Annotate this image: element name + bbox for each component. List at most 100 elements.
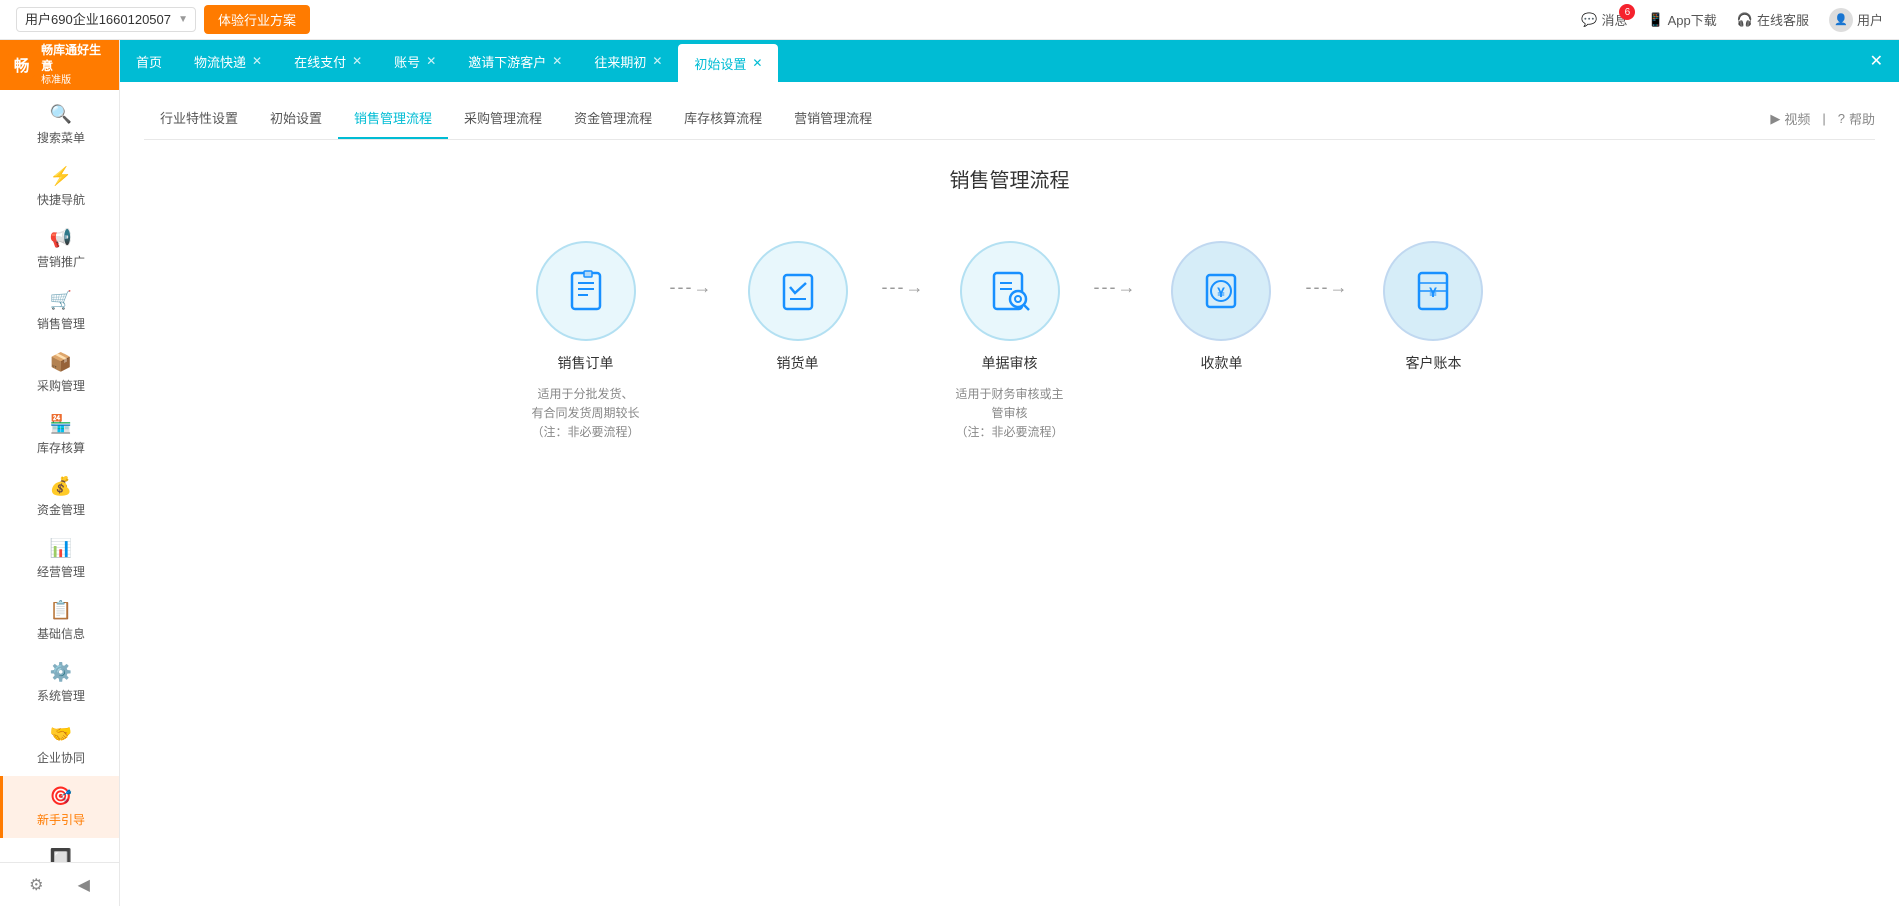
sidebar-item-finance[interactable]: 💰 资金管理 <box>0 466 119 528</box>
sub-tab-init[interactable]: 初始设置 <box>254 98 338 139</box>
sidebar-item-newbie-label: 新手引导 <box>37 811 85 828</box>
nav-tab-history-close[interactable]: ✕ <box>652 54 662 68</box>
sidebar-item-search[interactable]: 🔍 搜索菜单 <box>0 94 119 156</box>
online-service-item[interactable]: 🎧 在线客服 <box>1737 10 1809 29</box>
sales-invoice-icon <box>774 267 822 315</box>
flow-circle-doc-review[interactable] <box>960 241 1060 341</box>
flow-label-doc-review: 单据审核 <box>982 353 1038 373</box>
experience-btn[interactable]: 体验行业方案 <box>204 5 310 34</box>
nav-tab-home-label: 首页 <box>136 52 162 71</box>
nav-tab-invite-close[interactable]: ✕ <box>552 54 562 68</box>
sidebar-collapse-btn[interactable]: ◀ <box>78 875 90 895</box>
flow-desc-doc-review: 适用于财务审核或主管审核（注：非必要流程） <box>955 385 1063 443</box>
user-profile-item[interactable]: 👤 用户 <box>1829 8 1883 32</box>
sidebar-item-basic-label: 基础信息 <box>37 625 85 642</box>
sidebar-item-search-label: 搜索菜单 <box>37 129 85 146</box>
sidebar-bottom: ⚙ ◀ <box>0 862 119 906</box>
sub-tab-industry[interactable]: 行业特性设置 <box>144 98 254 139</box>
purchase-icon: 📦 <box>50 352 72 373</box>
sidebar-item-operations[interactable]: 📊 经营管理 <box>0 528 119 590</box>
header-left: 用户690企业1660120507 体验行业方案 <box>16 5 310 34</box>
flow-circle-customer-ledger[interactable]: ¥ <box>1383 241 1483 341</box>
nav-tab-init[interactable]: 初始设置 ✕ <box>678 44 778 82</box>
arrow-dots-4: ---→ <box>1305 277 1349 298</box>
flow-label-receipt: 收款单 <box>1200 353 1242 373</box>
sub-tab-inventory-flow[interactable]: 库存核算流程 <box>668 98 778 139</box>
sidebar-logo: 畅 畅库通好生意 标准版 <box>0 40 119 90</box>
nav-tab-home[interactable]: 首页 <box>120 40 178 82</box>
flow-label-customer-ledger: 客户账本 <box>1405 353 1461 373</box>
sub-tabs: 行业特性设置 初始设置 销售管理流程 采购管理流程 资金管理流程 库存核算流程 … <box>144 98 1875 140</box>
search-icon: 🔍 <box>50 104 72 125</box>
help-divider: | <box>1822 111 1825 126</box>
messages-item[interactable]: 💬 消息 6 <box>1581 10 1627 29</box>
svg-text:畅: 畅 <box>14 56 30 75</box>
nav-close-all-btn[interactable]: ✕ <box>1854 40 1899 82</box>
sub-tab-sales-flow[interactable]: 销售管理流程 <box>338 98 448 139</box>
nav-tab-payment-close[interactable]: ✕ <box>352 54 362 68</box>
sidebar-item-inventory[interactable]: 🏪 库存核算 <box>0 404 119 466</box>
flow-circle-sales-invoice[interactable] <box>748 241 848 341</box>
video-help-btn[interactable]: ▶ 视频 <box>1770 109 1810 128</box>
receipt-icon: ¥ <box>1197 267 1245 315</box>
user-select[interactable]: 用户690企业1660120507 <box>16 7 196 32</box>
sidebar-item-basic[interactable]: 📋 基础信息 <box>0 590 119 652</box>
messages-badge: 6 <box>1619 4 1635 20</box>
nav-tab-init-close[interactable]: ✕ <box>752 56 762 70</box>
help-btn[interactable]: ? 帮助 <box>1838 109 1875 128</box>
flow-circle-receipt[interactable]: ¥ <box>1171 241 1271 341</box>
nav-tab-history-label: 往来期初 <box>594 52 646 71</box>
help-icon: ? <box>1838 111 1845 126</box>
app-download-label: App下载 <box>1668 10 1717 29</box>
sidebar-item-marketing[interactable]: 📢 营销推广 <box>0 218 119 280</box>
sidebar-item-finance-label: 资金管理 <box>37 501 85 518</box>
sidebar-item-quicknav[interactable]: ⚡ 快捷导航 <box>0 156 119 218</box>
inventory-icon: 🏪 <box>50 414 72 435</box>
nav-tab-payment[interactable]: 在线支付 ✕ <box>278 40 378 82</box>
sidebar-item-system[interactable]: ⚙️ 系统管理 <box>0 652 119 714</box>
content-area: 首页 物流快递 ✕ 在线支付 ✕ 账号 ✕ 邀请下游客户 ✕ 往来期初 ✕ <box>120 40 1899 906</box>
app-download-item[interactable]: 📱 App下载 <box>1647 10 1716 29</box>
basic-icon: 📋 <box>50 600 72 621</box>
user-selector-wrap[interactable]: 用户690企业1660120507 <box>16 7 196 32</box>
apps-icon: 🔲 <box>50 848 72 862</box>
logo-text: 畅库通好生意 标准版 <box>41 43 111 87</box>
sub-tab-marketing-flow[interactable]: 营销管理流程 <box>778 98 888 139</box>
nav-tab-logistics-close[interactable]: ✕ <box>252 54 262 68</box>
flow-circle-sales-order[interactable] <box>536 241 636 341</box>
marketing-icon: 📢 <box>50 228 72 249</box>
sidebar-item-operations-label: 经营管理 <box>37 563 85 580</box>
nav-tab-account[interactable]: 账号 ✕ <box>378 40 452 82</box>
sidebar-item-sales[interactable]: 🛒 销售管理 <box>0 280 119 342</box>
video-label: 视频 <box>1784 109 1810 128</box>
logo-icon: 畅 <box>8 51 35 79</box>
sidebar-item-enterprise[interactable]: 🤝 企业协同 <box>0 714 119 776</box>
quicknav-icon: ⚡ <box>50 166 72 187</box>
nav-tab-account-label: 账号 <box>394 52 420 71</box>
svg-text:¥: ¥ <box>1218 284 1226 300</box>
arrow-dots-3: ---→ <box>1094 277 1138 298</box>
message-icon: 💬 <box>1581 12 1597 28</box>
online-service-label: 在线客服 <box>1757 10 1809 29</box>
sub-tab-finance-flow[interactable]: 资金管理流程 <box>558 98 668 139</box>
header-right: 💬 消息 6 📱 App下载 🎧 在线客服 👤 用户 <box>1581 8 1883 32</box>
sidebar-settings-btn[interactable]: ⚙ <box>29 875 43 895</box>
nav-tab-invite[interactable]: 邀请下游客户 ✕ <box>452 40 578 82</box>
app-icon: 📱 <box>1647 12 1663 28</box>
finance-icon: 💰 <box>50 476 72 497</box>
flow-arrow-1: ---→ <box>666 241 718 298</box>
nav-tab-history[interactable]: 往来期初 ✕ <box>578 40 678 82</box>
sub-tab-purchase-flow[interactable]: 采购管理流程 <box>448 98 558 139</box>
sales-icon: 🛒 <box>50 290 72 311</box>
logo-line1: 畅库通好生意 <box>41 43 111 74</box>
sidebar-item-newbie[interactable]: 🎯 新手引导 <box>0 776 119 838</box>
flow-arrow-3: ---→ <box>1090 241 1142 298</box>
nav-tab-logistics[interactable]: 物流快递 ✕ <box>178 40 278 82</box>
doc-review-icon <box>986 267 1034 315</box>
nav-tab-invite-label: 邀请下游客户 <box>468 52 546 71</box>
sub-tab-right: ▶ 视频 | ? 帮助 <box>1770 109 1875 128</box>
sidebar-item-apps[interactable]: 🔲 应用中心 <box>0 838 119 862</box>
sales-order-icon <box>562 267 610 315</box>
sidebar-item-purchase[interactable]: 📦 采购管理 <box>0 342 119 404</box>
nav-tab-account-close[interactable]: ✕ <box>426 54 436 68</box>
